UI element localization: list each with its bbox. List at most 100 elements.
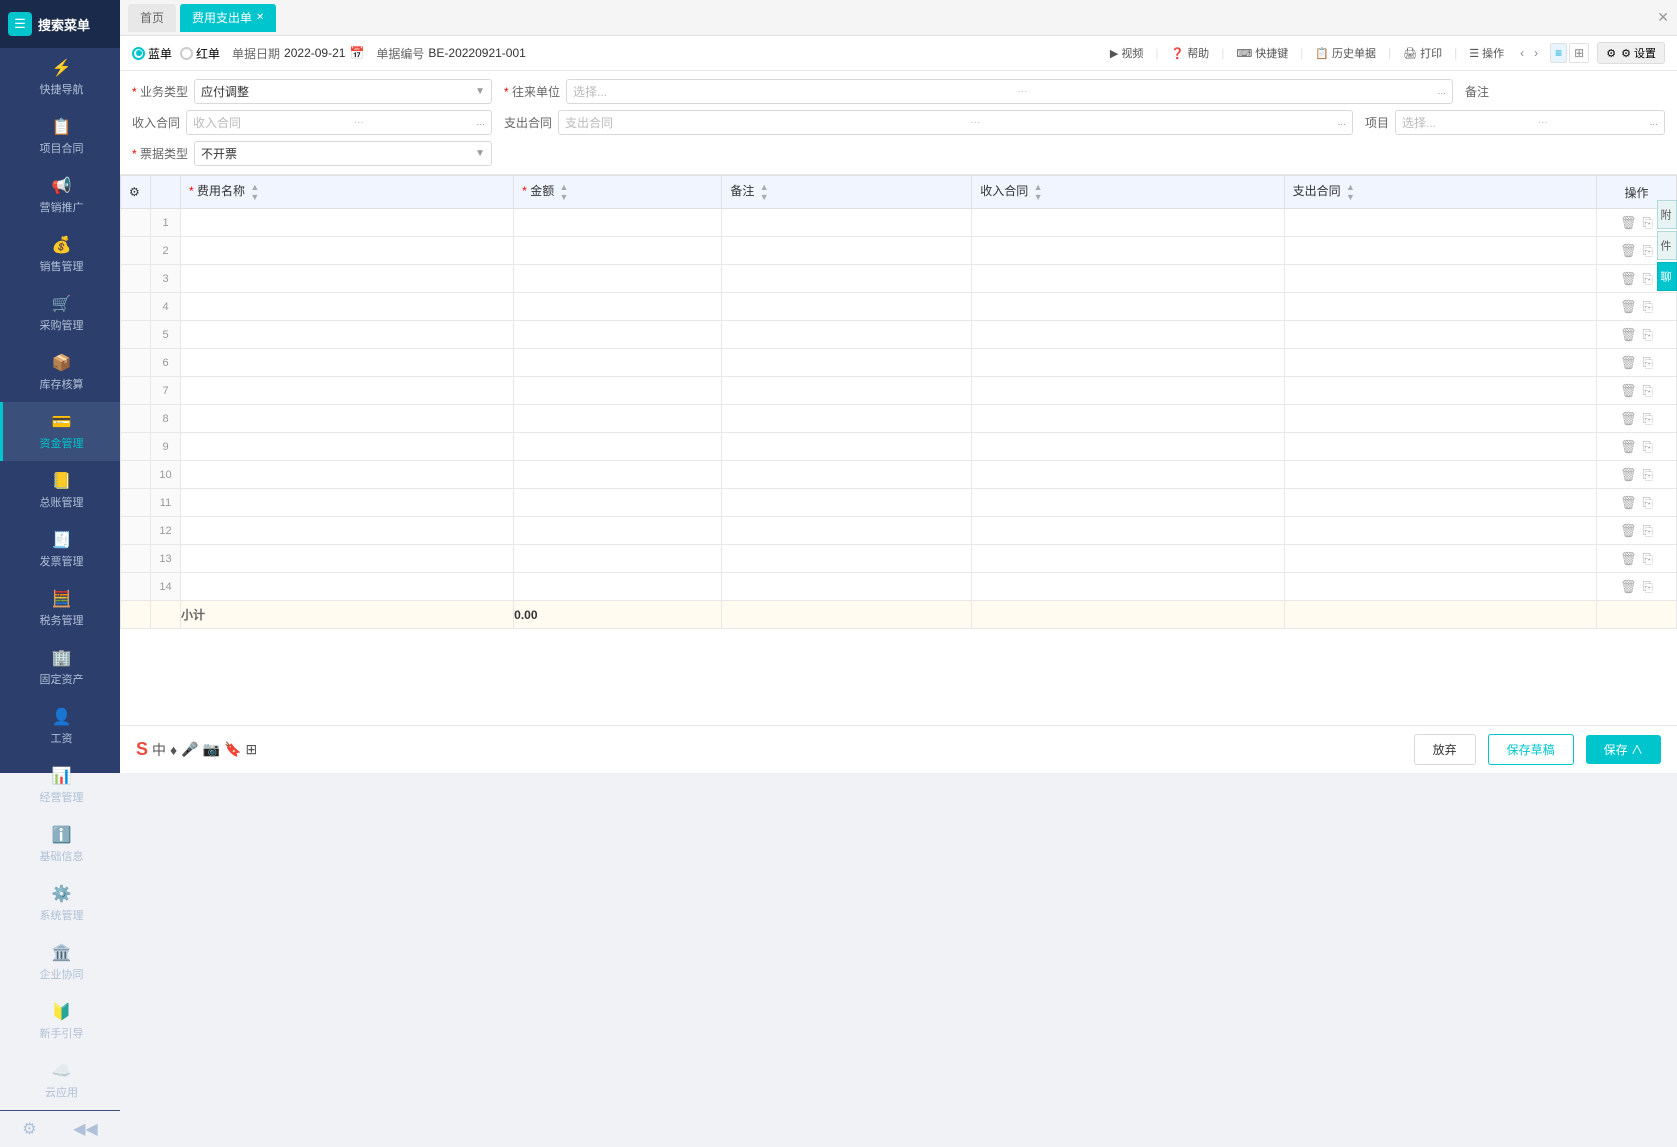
row-income-contract-cell[interactable] bbox=[972, 461, 1284, 489]
row-income-contract-cell[interactable] bbox=[972, 405, 1284, 433]
sidebar-item-project-contract[interactable]: 📋项目合同 bbox=[0, 107, 120, 166]
sidebar-item-sales[interactable]: 💰销售管理 bbox=[0, 225, 120, 284]
row-amount-cell[interactable] bbox=[514, 405, 722, 433]
sidebar-item-base-info[interactable]: ℹ️基础信息 bbox=[0, 815, 120, 874]
row-remark-cell[interactable] bbox=[722, 489, 972, 517]
row-delete-icon[interactable]: 🗑 bbox=[1620, 327, 1637, 343]
table-remark-col[interactable]: 备注 ▲▼ bbox=[722, 176, 972, 209]
row-delete-icon[interactable]: 🗑 bbox=[1620, 523, 1637, 539]
row-expense-contract-cell[interactable] bbox=[1284, 237, 1596, 265]
nav-prev[interactable]: ‹ bbox=[1516, 44, 1528, 62]
sidebar-item-cloud[interactable]: ☁️云应用 bbox=[0, 1051, 120, 1110]
row-expense-name-cell[interactable] bbox=[181, 545, 514, 573]
tab-expense[interactable]: 费用支出单 ✕ bbox=[180, 4, 276, 32]
row-copy-icon[interactable]: ⎘ bbox=[1643, 439, 1653, 455]
tab-close-expense[interactable]: ✕ bbox=[256, 12, 264, 23]
sidebar-item-marketing[interactable]: 📢营销推广 bbox=[0, 166, 120, 225]
discard-button[interactable]: 放弃 bbox=[1414, 734, 1476, 765]
biz-type-select[interactable]: 应付调整 ▼ bbox=[194, 79, 492, 104]
row-delete-icon[interactable]: 🗑 bbox=[1620, 495, 1637, 511]
settings-icon[interactable]: ⚙ bbox=[22, 1119, 36, 1139]
side-clip-btn[interactable]: 件 bbox=[1657, 231, 1677, 260]
table-income-contract-col[interactable]: 收入合同 ▲▼ bbox=[972, 176, 1284, 209]
toolbar-help-btn[interactable]: ❓ 帮助 bbox=[1166, 43, 1213, 63]
toolbar-video-btn[interactable]: ▶ 视频 bbox=[1106, 43, 1147, 63]
row-amount-cell[interactable] bbox=[514, 209, 722, 237]
radio-blue[interactable]: 蓝单 bbox=[132, 45, 172, 62]
row-expense-name-cell[interactable] bbox=[181, 209, 514, 237]
row-amount-cell[interactable] bbox=[514, 517, 722, 545]
row-income-contract-cell[interactable] bbox=[972, 237, 1284, 265]
brand-mic-icon[interactable]: 🎤 bbox=[181, 741, 198, 758]
window-close-btn[interactable]: ✕ bbox=[1657, 9, 1669, 26]
row-delete-icon[interactable]: 🗑 bbox=[1620, 579, 1637, 595]
row-remark-cell[interactable] bbox=[722, 517, 972, 545]
row-remark-cell[interactable] bbox=[722, 293, 972, 321]
sidebar-item-accounting[interactable]: 📒总账管理 bbox=[0, 461, 120, 520]
row-expense-contract-cell[interactable] bbox=[1284, 461, 1596, 489]
row-delete-icon[interactable]: 🗑 bbox=[1620, 411, 1637, 427]
row-expense-contract-cell[interactable] bbox=[1284, 265, 1596, 293]
counterpart-input[interactable]: 选择... ··· bbox=[566, 79, 1453, 104]
row-income-contract-cell[interactable] bbox=[972, 321, 1284, 349]
row-delete-icon[interactable]: 🗑 bbox=[1620, 215, 1637, 231]
row-delete-icon[interactable]: 🗑 bbox=[1620, 355, 1637, 371]
sidebar-item-enterprise[interactable]: 🏛️企业协同 bbox=[0, 933, 120, 992]
row-copy-icon[interactable]: ⎘ bbox=[1643, 551, 1653, 567]
row-copy-icon[interactable]: ⎘ bbox=[1643, 355, 1653, 371]
invoice-type-select[interactable]: 不开票 ▼ bbox=[194, 141, 492, 166]
row-delete-icon[interactable]: 🗑 bbox=[1620, 551, 1637, 567]
brand-zhong-icon[interactable]: 中 bbox=[152, 740, 166, 760]
sidebar-item-operations[interactable]: 📊经营管理 bbox=[0, 756, 120, 815]
row-amount-cell[interactable] bbox=[514, 349, 722, 377]
row-copy-icon[interactable]: ⎘ bbox=[1643, 271, 1653, 287]
row-amount-cell[interactable] bbox=[514, 433, 722, 461]
row-expense-name-cell[interactable] bbox=[181, 377, 514, 405]
row-remark-cell[interactable] bbox=[722, 545, 972, 573]
row-income-contract-cell[interactable] bbox=[972, 433, 1284, 461]
toolbar-shortcut-btn[interactable]: ⌨ 快捷键 bbox=[1232, 43, 1292, 63]
row-remark-cell[interactable] bbox=[722, 321, 972, 349]
row-expense-name-cell[interactable] bbox=[181, 461, 514, 489]
row-expense-name-cell[interactable] bbox=[181, 293, 514, 321]
sidebar-item-newbie[interactable]: 🔰新手引导 bbox=[0, 992, 120, 1051]
row-expense-name-cell[interactable] bbox=[181, 349, 514, 377]
row-copy-icon[interactable]: ⎘ bbox=[1643, 327, 1653, 343]
row-copy-icon[interactable]: ⎘ bbox=[1643, 495, 1653, 511]
row-expense-name-cell[interactable] bbox=[181, 573, 514, 601]
sidebar-item-tax[interactable]: 🧮税务管理 bbox=[0, 579, 120, 638]
table-amount-col[interactable]: * 金额 ▲▼ bbox=[514, 176, 722, 209]
sidebar-header[interactable]: ☰ 搜索菜单 bbox=[0, 0, 120, 48]
table-expense-contract-col[interactable]: 支出合同 ▲▼ bbox=[1284, 176, 1596, 209]
expense-contract-input[interactable]: 支出合同 ··· bbox=[558, 110, 1353, 135]
row-delete-icon[interactable]: 🗑 bbox=[1620, 271, 1637, 287]
row-copy-icon[interactable]: ⎘ bbox=[1643, 215, 1653, 231]
row-expense-contract-cell[interactable] bbox=[1284, 321, 1596, 349]
row-income-contract-cell[interactable] bbox=[972, 209, 1284, 237]
row-copy-icon[interactable]: ⎘ bbox=[1643, 467, 1653, 483]
income-contract-input[interactable]: 收入合同 ··· bbox=[186, 110, 492, 135]
row-amount-cell[interactable] bbox=[514, 293, 722, 321]
volume-icon[interactable]: ◀◀ bbox=[73, 1119, 98, 1139]
brand-diamond-icon[interactable]: ♦ bbox=[170, 742, 177, 758]
row-remark-cell[interactable] bbox=[722, 377, 972, 405]
brand-grid-icon[interactable]: ⊞ bbox=[245, 741, 257, 758]
row-expense-contract-cell[interactable] bbox=[1284, 433, 1596, 461]
row-amount-cell[interactable] bbox=[514, 573, 722, 601]
row-amount-cell[interactable] bbox=[514, 489, 722, 517]
row-expense-name-cell[interactable] bbox=[181, 517, 514, 545]
row-copy-icon[interactable]: ⎘ bbox=[1643, 299, 1653, 315]
row-copy-icon[interactable]: ⎘ bbox=[1643, 579, 1653, 595]
side-chat-btn[interactable]: 聊 bbox=[1657, 262, 1677, 291]
row-expense-contract-cell[interactable] bbox=[1284, 349, 1596, 377]
brand-camera-icon[interactable]: 📷 bbox=[203, 741, 220, 758]
project-input[interactable]: 选择... ··· bbox=[1395, 110, 1665, 135]
row-expense-contract-cell[interactable] bbox=[1284, 517, 1596, 545]
table-expense-name-col[interactable]: * 费用名称 ▲▼ bbox=[181, 176, 514, 209]
row-income-contract-cell[interactable] bbox=[972, 377, 1284, 405]
calendar-icon[interactable]: 📅 bbox=[349, 46, 364, 60]
row-income-contract-cell[interactable] bbox=[972, 349, 1284, 377]
row-copy-icon[interactable]: ⎘ bbox=[1643, 411, 1653, 427]
row-delete-icon[interactable]: 🗑 bbox=[1620, 299, 1637, 315]
row-expense-name-cell[interactable] bbox=[181, 433, 514, 461]
